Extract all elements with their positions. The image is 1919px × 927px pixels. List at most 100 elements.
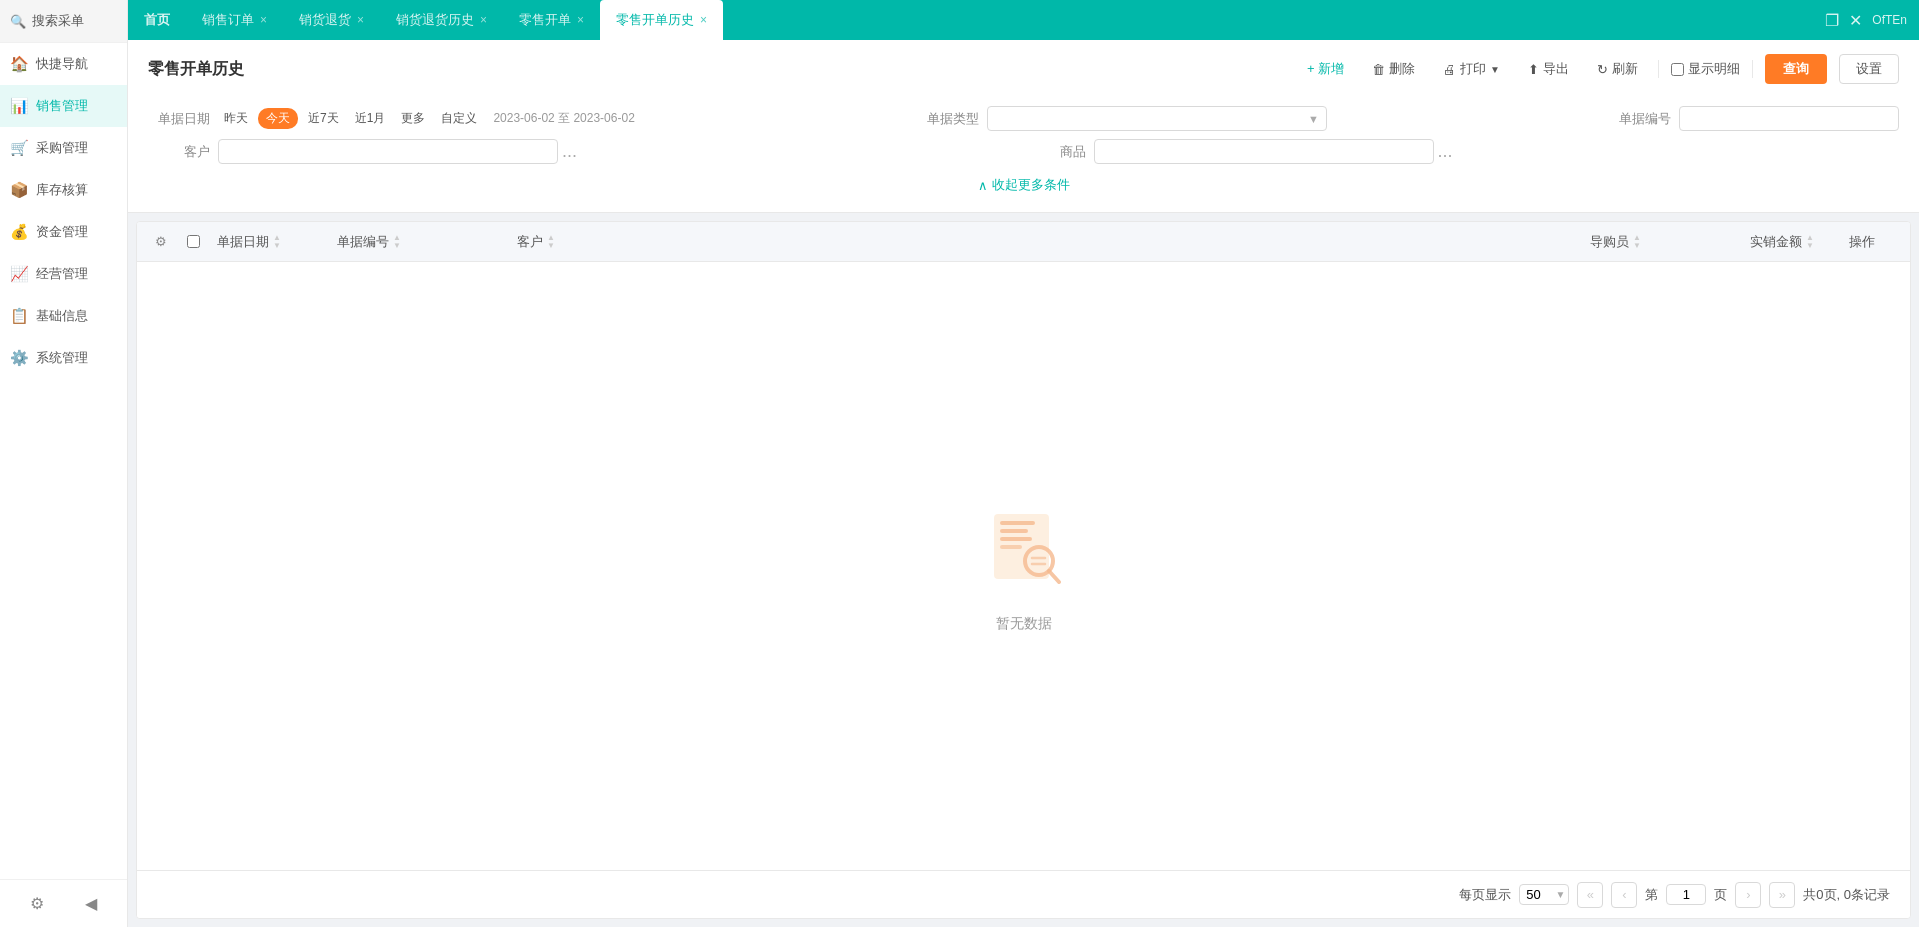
th-ops-label: 操作 — [1849, 233, 1875, 251]
th-num-sort-icon[interactable]: ▲▼ — [393, 234, 401, 250]
gear-icon: ⚙️ — [10, 349, 28, 367]
collapse-filter-btn[interactable]: ∧ 收起更多条件 — [148, 172, 1899, 202]
show-detail-checkbox[interactable]: 显示明细 — [1671, 60, 1740, 78]
tab-sales-return-label: 销货退货 — [299, 11, 351, 29]
th-ops: 操作 — [1822, 233, 1902, 251]
date-btn-more[interactable]: 更多 — [395, 108, 431, 129]
date-btn-custom[interactable]: 自定义 — [435, 108, 483, 129]
pagination: 每页显示 10 20 50 100 ▼ « ‹ 第 页 › » 共0页, — [137, 870, 1910, 918]
sidebar-item-sys-mgmt[interactable]: ⚙️ 系统管理 — [0, 337, 127, 379]
tab-retail-open[interactable]: 零售开单 × — [503, 0, 600, 40]
tab-retail-history[interactable]: 零售开单历史 × — [600, 0, 723, 40]
goods-dots-btn[interactable]: ... — [1434, 141, 1457, 162]
th-guide-sort-icon[interactable]: ▲▼ — [1633, 234, 1641, 250]
home-icon: 🏠 — [10, 55, 28, 73]
tab-home-label: 首页 — [144, 11, 170, 29]
show-detail-input[interactable] — [1671, 63, 1684, 76]
often-label: OfTEn — [1872, 13, 1907, 27]
svg-rect-1 — [1000, 521, 1035, 525]
main-area: 首页 销售订单 × 销货退货 × 销货退货历史 × 零售开单 × 零售开单历史 … — [128, 0, 1919, 927]
first-page-button[interactable]: « — [1577, 882, 1603, 908]
total-info: 共0页, 0条记录 — [1803, 886, 1890, 904]
setting-button[interactable]: 设置 — [1839, 54, 1899, 84]
filter-row-customer: 客户 ... 商品 ... — [148, 139, 1899, 164]
sidebar-item-label: 系统管理 — [36, 349, 88, 367]
tab-retail-history-label: 零售开单历史 — [616, 11, 694, 29]
next-page-button[interactable]: › — [1735, 882, 1761, 908]
svg-rect-4 — [1000, 545, 1022, 549]
tab-sales-order[interactable]: 销售订单 × — [186, 0, 283, 40]
sidebar-item-basic-info[interactable]: 📋 基础信息 — [0, 295, 127, 337]
page-header: 零售开单历史 + 新增 🗑 删除 🖨 打印 ▼ ⬆ 导出 — [128, 40, 1919, 213]
customer-filter-input[interactable] — [218, 139, 558, 164]
empty-illustration — [974, 499, 1074, 599]
customer-filter-label: 客户 — [148, 143, 218, 161]
date-btn-today[interactable]: 今天 — [258, 108, 298, 129]
sidebar-item-operations[interactable]: 📈 经营管理 — [0, 253, 127, 295]
tab-retail-open-label: 零售开单 — [519, 11, 571, 29]
tab-sales-return-history-close[interactable]: × — [480, 13, 487, 27]
th-num[interactable]: 单据编号 ▲▼ — [329, 233, 509, 251]
svg-rect-2 — [1000, 529, 1028, 533]
toolbar-divider — [1658, 60, 1659, 78]
tab-retail-open-close[interactable]: × — [577, 13, 584, 27]
tab-sales-return-close[interactable]: × — [357, 13, 364, 27]
th-amount[interactable]: 实销金额 ▲▼ — [1702, 233, 1822, 251]
per-page-select-wrapper: 10 20 50 100 ▼ — [1519, 884, 1569, 905]
th-customer[interactable]: 客户 ▲▼ — [509, 233, 1582, 251]
th-guide-label: 导购员 — [1590, 233, 1629, 251]
delete-icon: 🗑 — [1372, 62, 1385, 77]
th-date-sort-icon[interactable]: ▲▼ — [273, 234, 281, 250]
clipboard-icon: 📋 — [10, 307, 28, 325]
goods-filter-input[interactable] — [1094, 139, 1434, 164]
date-btn-7days[interactable]: 近7天 — [302, 108, 345, 129]
th-customer-label: 客户 — [517, 233, 543, 251]
num-filter-input[interactable] — [1679, 106, 1899, 131]
chart-icon: 📊 — [10, 97, 28, 115]
print-icon: 🖨 — [1443, 62, 1456, 77]
refresh-button[interactable]: ↻ 刷新 — [1589, 56, 1646, 82]
th-amount-sort-icon[interactable]: ▲▼ — [1806, 234, 1814, 250]
th-guide[interactable]: 导购员 ▲▼ — [1582, 233, 1702, 251]
tab-retail-history-close[interactable]: × — [700, 13, 707, 27]
sidebar-item-sales-mgmt[interactable]: 📊 销售管理 — [0, 85, 127, 127]
print-button[interactable]: 🖨 打印 ▼ — [1435, 56, 1508, 82]
date-btn-yesterday[interactable]: 昨天 — [218, 108, 254, 129]
page-title: 零售开单历史 — [148, 59, 244, 80]
sidebar-item-purchase-mgmt[interactable]: 🛒 采购管理 — [0, 127, 127, 169]
tab-sales-return-history[interactable]: 销货退货历史 × — [380, 0, 503, 40]
tab-sales-order-close[interactable]: × — [260, 13, 267, 27]
settings-bottom-icon[interactable]: ⚙ — [26, 890, 48, 917]
sidebar-search[interactable]: 🔍 搜索采单 — [0, 0, 127, 43]
delete-button[interactable]: 🗑 删除 — [1364, 56, 1423, 82]
type-filter-select[interactable] — [987, 106, 1327, 131]
window-restore-icon[interactable]: ❐ — [1825, 11, 1839, 30]
tab-sales-return[interactable]: 销货退货 × — [283, 0, 380, 40]
prev-page-button[interactable]: ‹ — [1611, 882, 1637, 908]
tab-home[interactable]: 首页 — [128, 0, 186, 40]
column-settings-icon[interactable]: ⚙ — [145, 234, 177, 249]
sidebar-item-inventory[interactable]: 📦 库存核算 — [0, 169, 127, 211]
query-button[interactable]: 查询 — [1765, 54, 1827, 84]
date-btn-1month[interactable]: 近1月 — [349, 108, 392, 129]
add-button[interactable]: + 新增 — [1299, 56, 1352, 82]
window-close-icon[interactable]: ✕ — [1849, 11, 1862, 30]
th-date[interactable]: 单据日期 ▲▼ — [209, 233, 329, 251]
page-title-bar: 零售开单历史 + 新增 🗑 删除 🖨 打印 ▼ ⬆ 导出 — [148, 54, 1899, 84]
page-number-input[interactable] — [1666, 884, 1706, 905]
sidebar-item-label: 快捷导航 — [36, 55, 88, 73]
date-range-display: 2023-06-02 至 2023-06-02 — [493, 110, 634, 127]
per-page-select[interactable]: 10 20 50 100 — [1519, 884, 1569, 905]
content-area: 零售开单历史 + 新增 🗑 删除 🖨 打印 ▼ ⬆ 导出 — [128, 40, 1919, 927]
select-all-input[interactable] — [187, 235, 200, 248]
collapse-sidebar-icon[interactable]: ◀ — [81, 890, 101, 917]
sidebar-item-quick-nav[interactable]: 🏠 快捷导航 — [0, 43, 127, 85]
last-page-button[interactable]: » — [1769, 882, 1795, 908]
customer-dots-btn[interactable]: ... — [558, 141, 581, 162]
sidebar-item-finance[interactable]: 💰 资金管理 — [0, 211, 127, 253]
select-all-checkbox[interactable] — [177, 235, 209, 248]
trending-icon: 📈 — [10, 265, 28, 283]
th-customer-sort-icon[interactable]: ▲▼ — [547, 234, 555, 250]
export-button[interactable]: ⬆ 导出 — [1520, 56, 1577, 82]
th-num-label: 单据编号 — [337, 233, 389, 251]
